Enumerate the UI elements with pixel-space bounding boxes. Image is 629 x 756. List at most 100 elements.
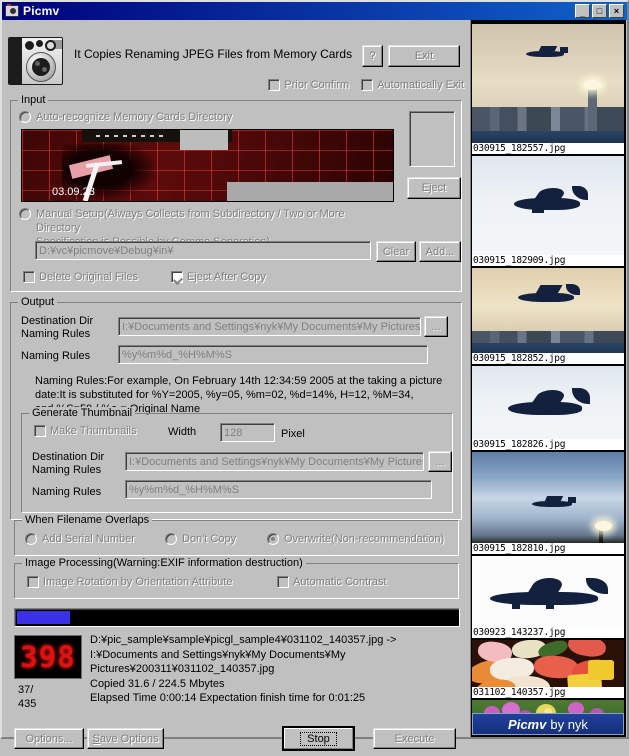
clear-button[interactable]: Clear (376, 241, 416, 262)
prior-confirm-label: Prior Confirm (284, 79, 350, 91)
thumbnail-filename: 030915_182852.jpg (472, 353, 624, 364)
output-naming-input[interactable]: %y%m%d_%H%M%S (118, 345, 428, 364)
width-label: Width (168, 426, 197, 438)
thumbnail-item[interactable]: 030915_182852.jpg (472, 268, 624, 364)
generate-thumbnail-label: Generate Thumbnail (29, 407, 136, 419)
radio-circle (19, 208, 31, 220)
thumbnail-item[interactable]: 031102_140357.jpg (472, 640, 624, 698)
app-window: Picmv _ □ × It Copies Renaming JPEG File… (0, 0, 629, 751)
brand-name: Picmv (508, 716, 547, 732)
radio-circle (165, 533, 177, 545)
output-group: Output Destination Dir Naming Rules I:¥D… (10, 296, 462, 520)
file-counter: 37/ 435 (18, 683, 78, 711)
minimize-button[interactable]: _ (575, 4, 590, 18)
maximize-button[interactable]: □ (592, 4, 607, 18)
thumbnail-item[interactable]: 030915_182909.jpg (472, 156, 624, 266)
filename-overlaps-group: When Filename Overlaps Add Serial Number… (14, 514, 459, 556)
dont-copy-radio[interactable]: Don't Copy (165, 533, 236, 545)
thumbnail-width-input[interactable]: 128 (220, 423, 275, 442)
image-rotation-label: Image Rotation by Orientation Attribute (43, 576, 233, 588)
automatic-contrast-label: Automatic Contrast (293, 576, 387, 588)
help-button[interactable]: ? (362, 45, 383, 67)
window-body: It Copies Renaming JPEG Files from Memor… (2, 20, 627, 751)
window-title: Picmv (23, 4, 60, 18)
memory-card-preview-image: 03.09.23 (21, 129, 394, 202)
exit-button[interactable]: Exit (388, 45, 460, 67)
checkbox-box (361, 79, 374, 91)
output-dest-input[interactable]: I:¥Documents and Settings¥nyk¥My Documen… (118, 317, 421, 336)
rules-line-1: Naming Rules:For example, On February 14… (35, 375, 443, 387)
file-counter-total: 435 (18, 698, 37, 710)
automatic-contrast-checkbox[interactable]: Automatic Contrast (277, 576, 387, 588)
status-line-1: D:¥pic_sample¥sample¥picgl_sample4¥03110… (90, 634, 397, 646)
progress-bar-fill (17, 611, 71, 624)
thumb-dest-label-1: Destination Dir (32, 451, 105, 463)
eject-after-copy-checkbox[interactable]: Eject After Copy (171, 271, 266, 283)
app-tagline: It Copies Renaming JPEG Files from Memor… (74, 47, 353, 61)
app-header: It Copies Renaming JPEG Files from Memor… (2, 20, 470, 85)
thumbnail-filename: 031102_140357.jpg (472, 687, 624, 698)
thumb-naming-label: Naming Rules (32, 486, 102, 498)
input-group: Input Auto-recognize Memory Cards Direct… (10, 94, 462, 292)
thumbnail-item[interactable]: 030915_182810.jpg (472, 452, 624, 554)
image-processing-group: Image Processing(Warning:EXIF informatio… (14, 557, 459, 599)
thumb-naming-input[interactable]: %y%m%d_%H%M%S (125, 480, 432, 499)
output-dest-label-2: Naming Rules (21, 328, 91, 340)
delete-original-files-checkbox[interactable]: Delete Original Files (23, 271, 138, 283)
eject-after-copy-label: Eject After Copy (187, 271, 266, 283)
thumbnail-filename: 030915_182826.jpg (472, 439, 624, 450)
input-group-label: Input (18, 94, 49, 106)
preview-date-stamp: 03.09.23 (52, 186, 95, 198)
delete-original-files-label: Delete Original Files (39, 271, 139, 283)
add-serial-number-label: Add Serial Number (42, 533, 135, 545)
status-line-5: Elapsed Time 0:00:14 Expectation finish … (90, 692, 366, 704)
minimize-icon: _ (579, 8, 585, 18)
overwrite-radio[interactable]: Overwrite(Non-recommendation) (267, 533, 444, 545)
overwrite-label: Overwrite(Non-recommendation) (284, 533, 445, 545)
thumb-dest-browse-button[interactable]: ... (428, 451, 452, 472)
brand-banner: Picmv by nyk (472, 713, 624, 735)
thumb-dest-label-2: Naming Rules (32, 464, 102, 476)
thumbnail-item[interactable]: 030915_182557.jpg (472, 24, 624, 154)
radio-circle (25, 533, 37, 545)
output-dest-browse-button[interactable]: ... (424, 316, 448, 337)
eject-button[interactable]: Eject (407, 177, 461, 199)
rules-line-2: date:It is substituted for %Y=2005, %y=0… (35, 389, 414, 401)
thumbnail-filename: 030915_182810.jpg (472, 543, 624, 554)
checkbox-box (277, 576, 289, 588)
close-icon: × (613, 6, 620, 16)
thumbnail-list[interactable]: 030915_182557.jpg 030915_182909.jpg 0309… (471, 20, 626, 737)
status-line-2: I:¥Documents and Settings¥nyk¥My Documen… (90, 648, 346, 661)
radio-circle (267, 533, 279, 545)
device-list[interactable] (409, 111, 455, 167)
thumbnail-item[interactable]: 030915_182826.jpg (472, 366, 624, 450)
add-button[interactable]: Add... (419, 241, 461, 262)
thumb-dest-input[interactable]: I:¥Documents and Settings¥nyk¥My Documen… (125, 452, 424, 471)
maximize-icon: □ (596, 6, 603, 16)
make-thumbnails-checkbox[interactable]: Make Thumbnails (34, 425, 137, 437)
add-serial-number-radio[interactable]: Add Serial Number (25, 533, 135, 545)
radio-circle (19, 111, 31, 123)
automatically-exit-checkbox[interactable]: Automatically Exit (361, 79, 464, 91)
main-panel: It Copies Renaming JPEG Files from Memor… (2, 20, 470, 751)
thumbnail-item[interactable]: 030923_143237.jpg (472, 556, 624, 638)
thumbnail-filename: 030915_182557.jpg (472, 143, 624, 154)
close-button[interactable]: × (609, 4, 624, 18)
output-dest-label-1: Destination Dir (21, 315, 94, 327)
window-controls: _ □ × (575, 4, 624, 18)
app-icon (5, 4, 19, 18)
prior-confirm-checkbox[interactable]: Prior Confirm (268, 79, 349, 91)
thumbnail-filename: 030915_182909.jpg (472, 255, 624, 266)
progress-bar (14, 608, 460, 627)
image-rotation-checkbox[interactable]: Image Rotation by Orientation Attribute (27, 576, 233, 588)
manual-path-input[interactable]: D:¥vc¥picmove¥Debug¥in¥ (35, 241, 371, 260)
file-counter-current: 37/ (18, 684, 34, 696)
image-processing-label: Image Processing(Warning:EXIF informatio… (22, 557, 306, 569)
output-group-label: Output (18, 296, 58, 308)
header-options: Prior Confirm Automatically Exit (268, 79, 464, 91)
automatically-exit-label: Automatically Exit (377, 79, 464, 91)
auto-recognize-radio[interactable]: Auto-recognize Memory Cards Directory (19, 111, 232, 123)
checkbox-box (34, 425, 46, 437)
checkbox-box (268, 79, 281, 91)
footer-bar: Options... Save Options Stop Execute (2, 720, 470, 756)
